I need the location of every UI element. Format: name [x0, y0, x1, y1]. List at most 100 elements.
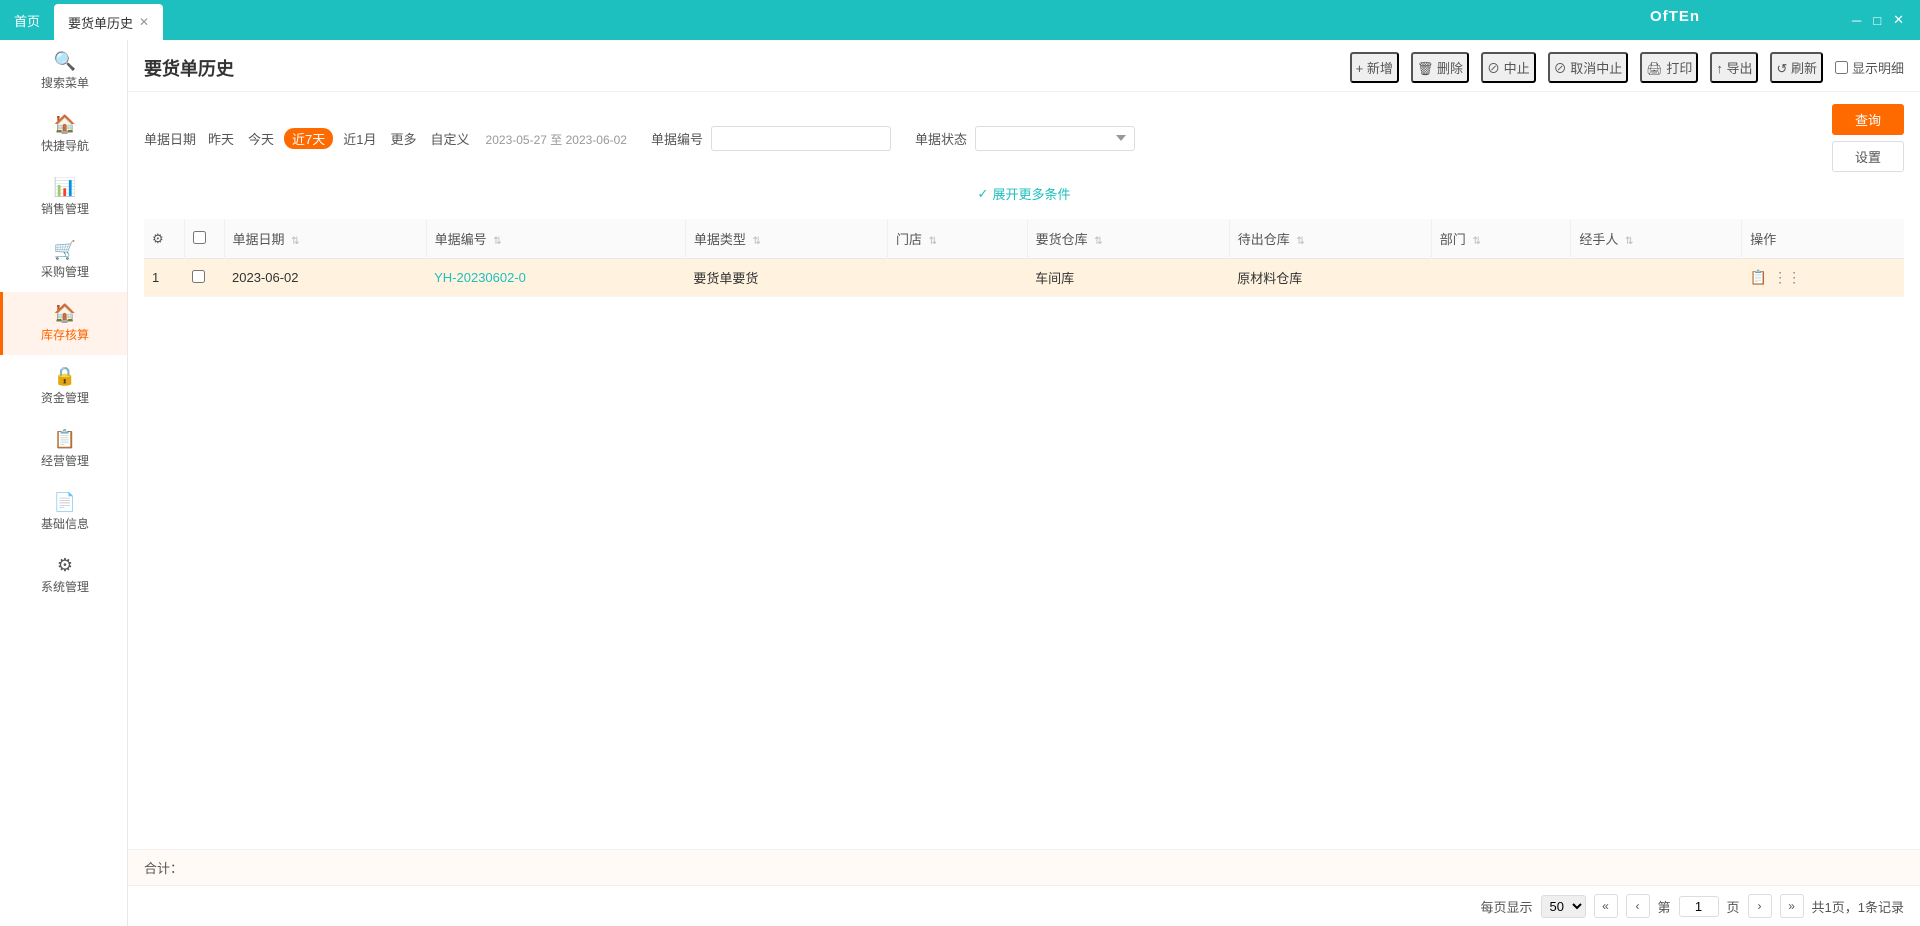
th-doc-type[interactable]: 单据类型 ⇅ [685, 219, 887, 259]
date-today[interactable]: 今天 [244, 128, 278, 149]
more-row-icon[interactable]: ⋮⋮ [1773, 269, 1801, 286]
sidebar-item-label: 资金管理 [41, 389, 89, 406]
next-page-button[interactable]: › [1748, 894, 1772, 918]
system-mgmt-icon: ⚙ [57, 556, 73, 574]
filter-row-1: 单据日期 昨天 今天 近7天 近1月 更多 自定义 2023-05-27 至 2… [144, 104, 1904, 172]
cell-doc-date: 2023-06-02 [224, 259, 426, 297]
sales-mgmt-icon: 📊 [54, 178, 76, 196]
sidebar-item-label: 库存核算 [41, 326, 89, 343]
table-body: 1 2023-06-02 YH-20230602-0 要货单要货 车间库 原材料… [144, 259, 1904, 297]
sidebar-item-search-menu[interactable]: 🔍 搜索菜单 [0, 40, 127, 103]
cancel-stop-button[interactable]: ⊘ 取消中止 [1548, 52, 1629, 83]
print-button[interactable]: 🖨 打印 [1640, 52, 1698, 83]
finance-mgmt-icon: 🔒 [54, 367, 76, 385]
sort-department-icon: ⇅ [1472, 236, 1480, 247]
export-button[interactable]: ↑ 导出 [1710, 52, 1758, 83]
cell-req-warehouse: 车间库 [1027, 259, 1229, 297]
main-layout: 🔍 搜索菜单 🏠 快捷导航 📊 销售管理 🛒 采购管理 🏠 库存核算 🔒 资金管… [0, 40, 1920, 926]
sidebar-item-system-mgmt[interactable]: ⚙ 系统管理 [0, 544, 127, 607]
quick-nav-icon: 🏠 [54, 115, 76, 133]
operation-mgmt-icon: 📋 [54, 430, 76, 448]
cell-store [888, 259, 1028, 297]
delete-button[interactable]: 🗑 删除 [1411, 52, 1469, 83]
sidebar-item-basic-info[interactable]: 📄 基础信息 [0, 481, 127, 544]
edit-row-icon[interactable]: 📋 [1750, 269, 1767, 286]
date-custom[interactable]: 自定义 [427, 128, 474, 149]
brand-logo: OfTEn [1650, 8, 1700, 25]
date-filter-group: 单据日期 昨天 今天 近7天 近1月 更多 自定义 2023-05-27 至 2… [144, 128, 627, 149]
sidebar-item-operation-mgmt[interactable]: 📋 经营管理 [0, 418, 127, 481]
sidebar-item-label: 经营管理 [41, 452, 89, 469]
sort-doc-date-icon: ⇅ [291, 236, 299, 247]
doc-status-label: 单据状态 [915, 129, 967, 148]
window-controls: ─ □ ✕ [1852, 12, 1920, 28]
doc-number-label: 单据编号 [651, 129, 703, 148]
doc-status-select[interactable] [975, 126, 1135, 151]
maximize-icon[interactable]: □ [1873, 13, 1881, 28]
new-button[interactable]: + 新增 [1350, 52, 1399, 83]
th-handler[interactable]: 经手人 ⇅ [1571, 219, 1742, 259]
refresh-button[interactable]: ↺ 刷新 [1770, 52, 1823, 83]
sidebar-item-sales-mgmt[interactable]: 📊 销售管理 [0, 166, 127, 229]
filter-settings-button[interactable]: 设置 [1832, 141, 1904, 172]
first-page-button[interactable]: « [1594, 894, 1618, 918]
cell-pending-warehouse: 原材料仓库 [1229, 259, 1431, 297]
display-detail-toggle[interactable]: 显示明细 [1835, 58, 1904, 77]
th-department[interactable]: 部门 ⇅ [1431, 219, 1571, 259]
page-suffix: 页 [1727, 897, 1740, 916]
tab-close-icon[interactable]: ✕ [139, 15, 149, 29]
th-store[interactable]: 门店 ⇅ [888, 219, 1028, 259]
row-checkbox[interactable] [192, 270, 205, 283]
pagination-bar: 每页显示 50 « ‹ 第 页 › » 共1页，1条记录 [128, 885, 1920, 926]
th-doc-number[interactable]: 单据编号 ⇅ [426, 219, 685, 259]
stop-button[interactable]: ⊘ 中止 [1481, 52, 1536, 83]
last-page-button[interactable]: » [1780, 894, 1804, 918]
sidebar-item-label: 基础信息 [41, 515, 89, 532]
sidebar-item-inventory-calc[interactable]: 🏠 库存核算 [0, 292, 127, 355]
tab-requisition-history[interactable]: 要货单历史 ✕ [54, 4, 163, 40]
minimize-icon[interactable]: ─ [1852, 13, 1861, 28]
display-detail-label: 显示明细 [1852, 58, 1904, 77]
th-settings[interactable]: ⚙ [144, 219, 184, 259]
date-last7days[interactable]: 近7天 [284, 128, 333, 149]
th-pending-warehouse[interactable]: 待出仓库 ⇅ [1229, 219, 1431, 259]
cell-doc-type: 要货单要货 [685, 259, 887, 297]
expand-more-icon: ✓ [978, 186, 989, 202]
cell-handler [1571, 259, 1742, 297]
sort-store-icon: ⇅ [929, 236, 937, 247]
date-more[interactable]: 更多 [387, 128, 421, 149]
sidebar-item-finance-mgmt[interactable]: 🔒 资金管理 [0, 355, 127, 418]
prev-page-button[interactable]: ‹ [1626, 894, 1650, 918]
page-title: 要货单历史 [144, 55, 1350, 81]
page-number-input[interactable] [1679, 896, 1719, 917]
table-row: 1 2023-06-02 YH-20230602-0 要货单要货 车间库 原材料… [144, 259, 1904, 297]
sidebar-item-quick-nav[interactable]: 🏠 快捷导航 [0, 103, 127, 166]
sort-handler-icon: ⇅ [1625, 236, 1633, 247]
table-header-row: ⚙ 单据日期 ⇅ 单据编号 ⇅ 单据类型 [144, 219, 1904, 259]
th-actions: 操作 [1742, 219, 1904, 259]
sidebar-item-label: 采购管理 [41, 263, 89, 280]
purchase-mgmt-icon: 🛒 [54, 241, 76, 259]
filter-area: 单据日期 昨天 今天 近7天 近1月 更多 自定义 2023-05-27 至 2… [128, 92, 1920, 211]
th-doc-date[interactable]: 单据日期 ⇅ [224, 219, 426, 259]
doc-status-filter-group: 单据状态 [915, 126, 1135, 151]
cell-doc-number: YH-20230602-0 [426, 259, 685, 297]
tab-home[interactable]: 首页 [0, 0, 54, 40]
doc-number-input[interactable] [711, 126, 891, 151]
per-page-label: 每页显示 [1480, 897, 1532, 916]
select-all-checkbox[interactable] [193, 231, 206, 244]
display-detail-checkbox[interactable] [1835, 61, 1848, 74]
close-window-icon[interactable]: ✕ [1893, 12, 1904, 28]
sidebar-item-purchase-mgmt[interactable]: 🛒 采购管理 [0, 229, 127, 292]
date-yesterday[interactable]: 昨天 [204, 128, 238, 149]
sort-pending-warehouse-icon: ⇅ [1296, 236, 1304, 247]
top-bar: 首页 要货单历史 ✕ OfTEn ─ □ ✕ [0, 0, 1920, 40]
per-page-select[interactable]: 50 [1541, 895, 1586, 918]
expand-more-button[interactable]: ✓ 展开更多条件 [978, 184, 1071, 203]
data-table: ⚙ 单据日期 ⇅ 单据编号 ⇅ 单据类型 [144, 219, 1904, 297]
query-button[interactable]: 查询 [1832, 104, 1904, 135]
date-last-month[interactable]: 近1月 [339, 128, 380, 149]
doc-number-link[interactable]: YH-20230602-0 [434, 270, 526, 285]
th-req-warehouse[interactable]: 要货仓库 ⇅ [1027, 219, 1229, 259]
row-actions: 📋 ⋮⋮ [1750, 269, 1896, 286]
